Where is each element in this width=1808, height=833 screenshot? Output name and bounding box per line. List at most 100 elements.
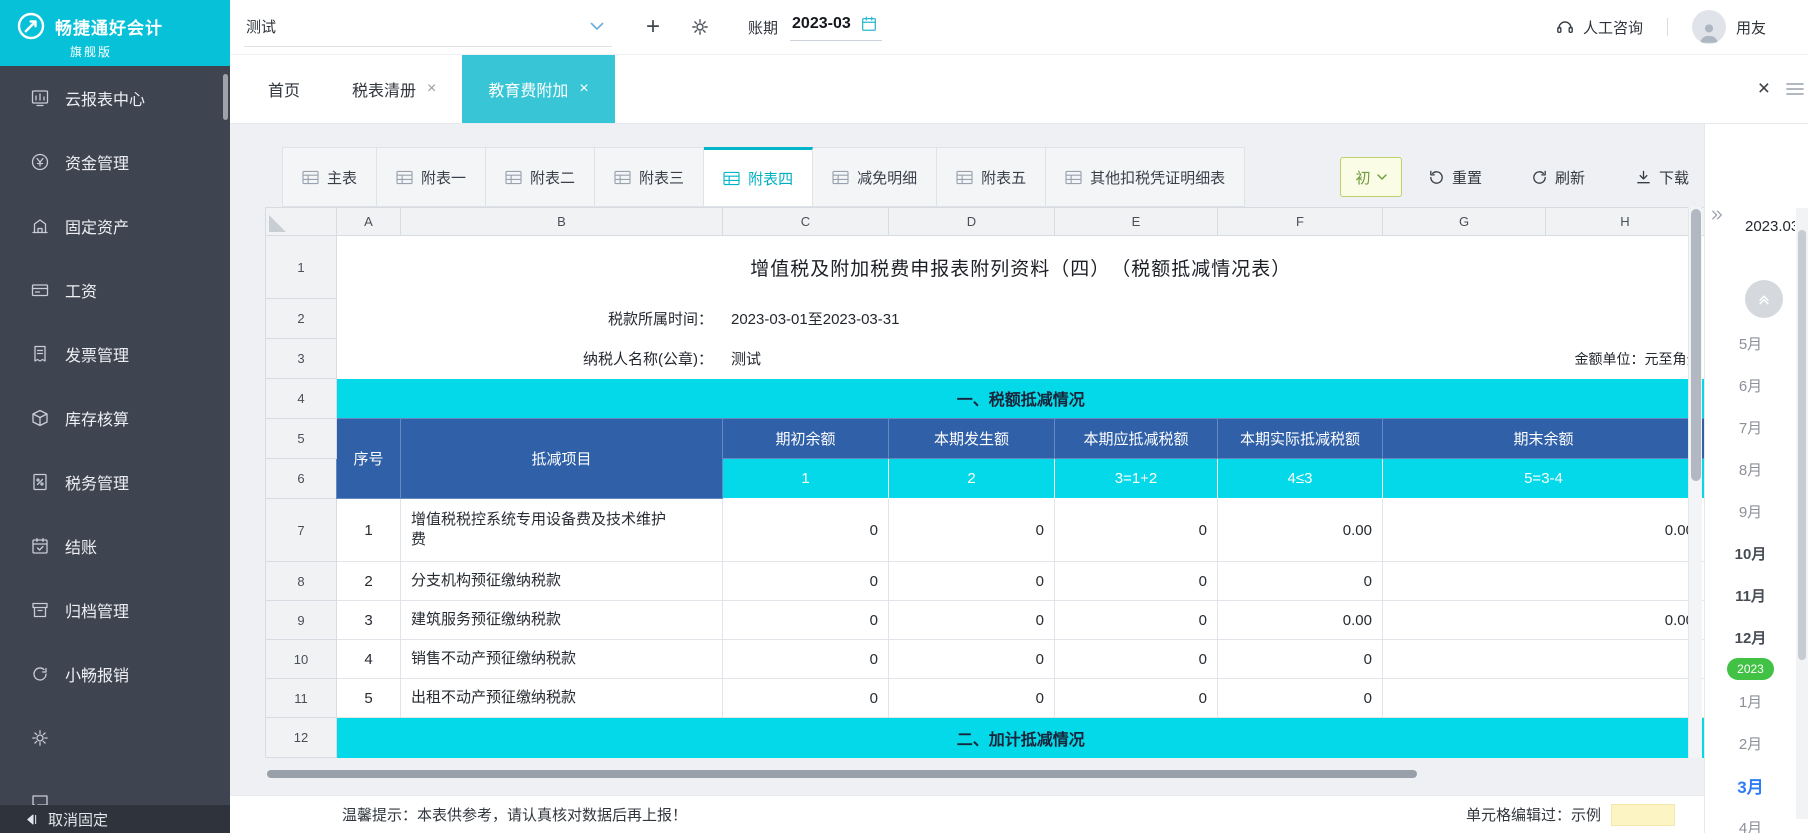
sheet-tab-appendix4[interactable]: 附表四 [704,147,814,207]
value-cell[interactable]: 0.00 [1217,600,1383,640]
add-account-set-button[interactable]: + [646,13,660,41]
account-set-select[interactable]: 测试 [244,7,612,47]
row-number[interactable]: 7 [265,498,337,562]
scroll-top-button[interactable] [1745,280,1783,318]
subheader-4[interactable]: 4≤3 [1217,458,1383,499]
sidebar-item-tax[interactable]: 税务管理 [0,450,230,514]
column-header[interactable]: F [1217,207,1383,236]
row-number[interactable]: 10 [265,639,337,679]
value-cell[interactable]: 0 [1054,678,1218,718]
value-cell[interactable]: 0 [1054,561,1218,601]
select-all-corner[interactable] [265,207,337,236]
subheader-2[interactable]: 2 [888,458,1055,499]
taxpayer-row-cell[interactable]: 纳税人名称(公章)： 测试 金额单位：元至角分 [336,338,1705,379]
reset-button[interactable]: 重置 [1428,147,1482,207]
month-item[interactable]: 1月 [1739,680,1762,722]
period-picker[interactable]: 2023-03 [790,13,882,41]
month-item[interactable]: 10月 [1735,532,1767,574]
column-header[interactable]: D [888,207,1055,236]
row-number[interactable]: 8 [265,561,337,601]
month-item[interactable]: 2月 [1739,722,1762,764]
column-header[interactable]: H [1545,207,1705,236]
unpin-button[interactable]: 取消固定 [0,805,230,833]
row-number[interactable]: 9 [265,600,337,640]
tab-education-surcharge[interactable]: 教育费附加 × [462,55,615,123]
sheet-tab-appendix1[interactable]: 附表一 [377,147,487,207]
sheet-tab-appendix5[interactable]: 附表五 [937,147,1047,207]
sidebar-item-fixed-assets[interactable]: 固定资产 [0,194,230,258]
subheader-3[interactable]: 3=1+2 [1054,458,1218,499]
header-seq[interactable]: 序号 [336,418,401,499]
value-cell[interactable]: 0 [722,561,889,601]
value-cell[interactable]: 0 [888,639,1055,679]
seq-cell[interactable]: 4 [336,639,401,679]
header-deductible[interactable]: 本期应抵减税额 [1054,418,1218,459]
sheet-tab-appendix2[interactable]: 附表二 [486,147,596,207]
value-cell[interactable]: 0 [722,498,889,562]
sheet-tab-other-certificates[interactable]: 其他扣税凭证明细表 [1046,147,1246,207]
column-header[interactable]: B [400,207,723,236]
sidebar-item-invoices[interactable]: 发票管理 [0,322,230,386]
header-opening[interactable]: 期初余额 [722,418,889,459]
sidebar-item-closing[interactable]: 结账 [0,514,230,578]
row-number[interactable]: 3 [265,338,337,379]
item-cell[interactable]: 出租不动产预征缴纳税款 [400,678,723,718]
scrollbar-thumb[interactable] [267,770,1417,778]
sidebar-item-salary[interactable]: 工资 [0,258,230,322]
month-item[interactable]: 11月 [1735,574,1766,616]
row-number[interactable]: 4 [265,378,337,419]
header-closing[interactable]: 期末余额 [1382,418,1705,459]
month-item[interactable]: 7月 [1739,406,1762,448]
item-cell[interactable]: 分支机构预征缴纳税款 [400,561,723,601]
report-title-cell[interactable]: 增值税及附加税费申报表附列资料（四） （税额抵减情况表） [336,235,1705,299]
sheet-tab-main[interactable]: 主表 [282,147,378,207]
scrollbar-thumb[interactable] [1691,209,1701,481]
value-cell[interactable]: 0 [1054,600,1218,640]
header-current[interactable]: 本期发生额 [888,418,1055,459]
column-header[interactable]: E [1054,207,1218,236]
row-number[interactable]: 5 [265,418,337,459]
tab-tax-register[interactable]: 税表清册 × [326,55,462,123]
sidebar-item-reimburse[interactable]: 小畅报销 [0,642,230,706]
row-number[interactable]: 11 [265,678,337,718]
section2-banner[interactable]: 二、加计抵减情况 [336,717,1705,758]
value-cell[interactable]: 0 [1054,498,1218,562]
collapse-panel-icon[interactable] [1710,208,1724,222]
row-number[interactable]: 1 [265,235,337,299]
item-cell[interactable]: 增值税税控系统专用设备费及技术维护费 [400,498,723,562]
seq-cell[interactable]: 2 [336,561,401,601]
sheet-horizontal-scrollbar[interactable] [265,769,1704,779]
close-icon[interactable]: × [427,81,436,97]
seq-cell[interactable]: 3 [336,600,401,640]
consult-button[interactable]: 人工咨询 [1555,17,1643,38]
sidebar-scrollbar[interactable] [223,74,228,120]
month-item[interactable]: 12月 [1735,616,1767,658]
settings-gear-icon[interactable] [690,17,710,37]
value-cell[interactable] [1382,639,1705,679]
month-panel-scrollbar[interactable] [1796,208,1808,819]
tab-home[interactable]: 首页 [242,55,326,123]
value-cell[interactable]: 0.00 [1217,498,1383,562]
value-cell[interactable]: 0 [722,600,889,640]
row-number[interactable]: 12 [265,717,337,758]
value-cell[interactable]: 0.00 [1382,600,1705,640]
sidebar-item-settings[interactable] [0,706,230,770]
column-header[interactable]: G [1382,207,1546,236]
value-cell[interactable]: 0 [888,678,1055,718]
value-cell[interactable]: 0 [722,639,889,679]
refresh-button[interactable]: 刷新 [1531,147,1585,207]
column-header[interactable]: C [722,207,889,236]
column-header[interactable]: A [336,207,401,236]
header-actual[interactable]: 本期实际抵减税额 [1217,418,1383,459]
value-cell[interactable]: 0 [888,498,1055,562]
value-cell[interactable]: 0 [722,678,889,718]
seq-cell[interactable]: 1 [336,498,401,562]
period-type-select[interactable]: 初 [1340,157,1402,197]
month-item[interactable]: 6月 [1739,364,1762,406]
sheet-tab-appendix3[interactable]: 附表三 [595,147,705,207]
value-cell[interactable]: 0.00 [1382,498,1705,562]
row-number[interactable]: 6 [265,458,337,499]
item-cell[interactable]: 销售不动产预征缴纳税款 [400,639,723,679]
value-cell[interactable] [1382,678,1705,718]
month-item-active[interactable]: 3月 [1737,764,1763,806]
